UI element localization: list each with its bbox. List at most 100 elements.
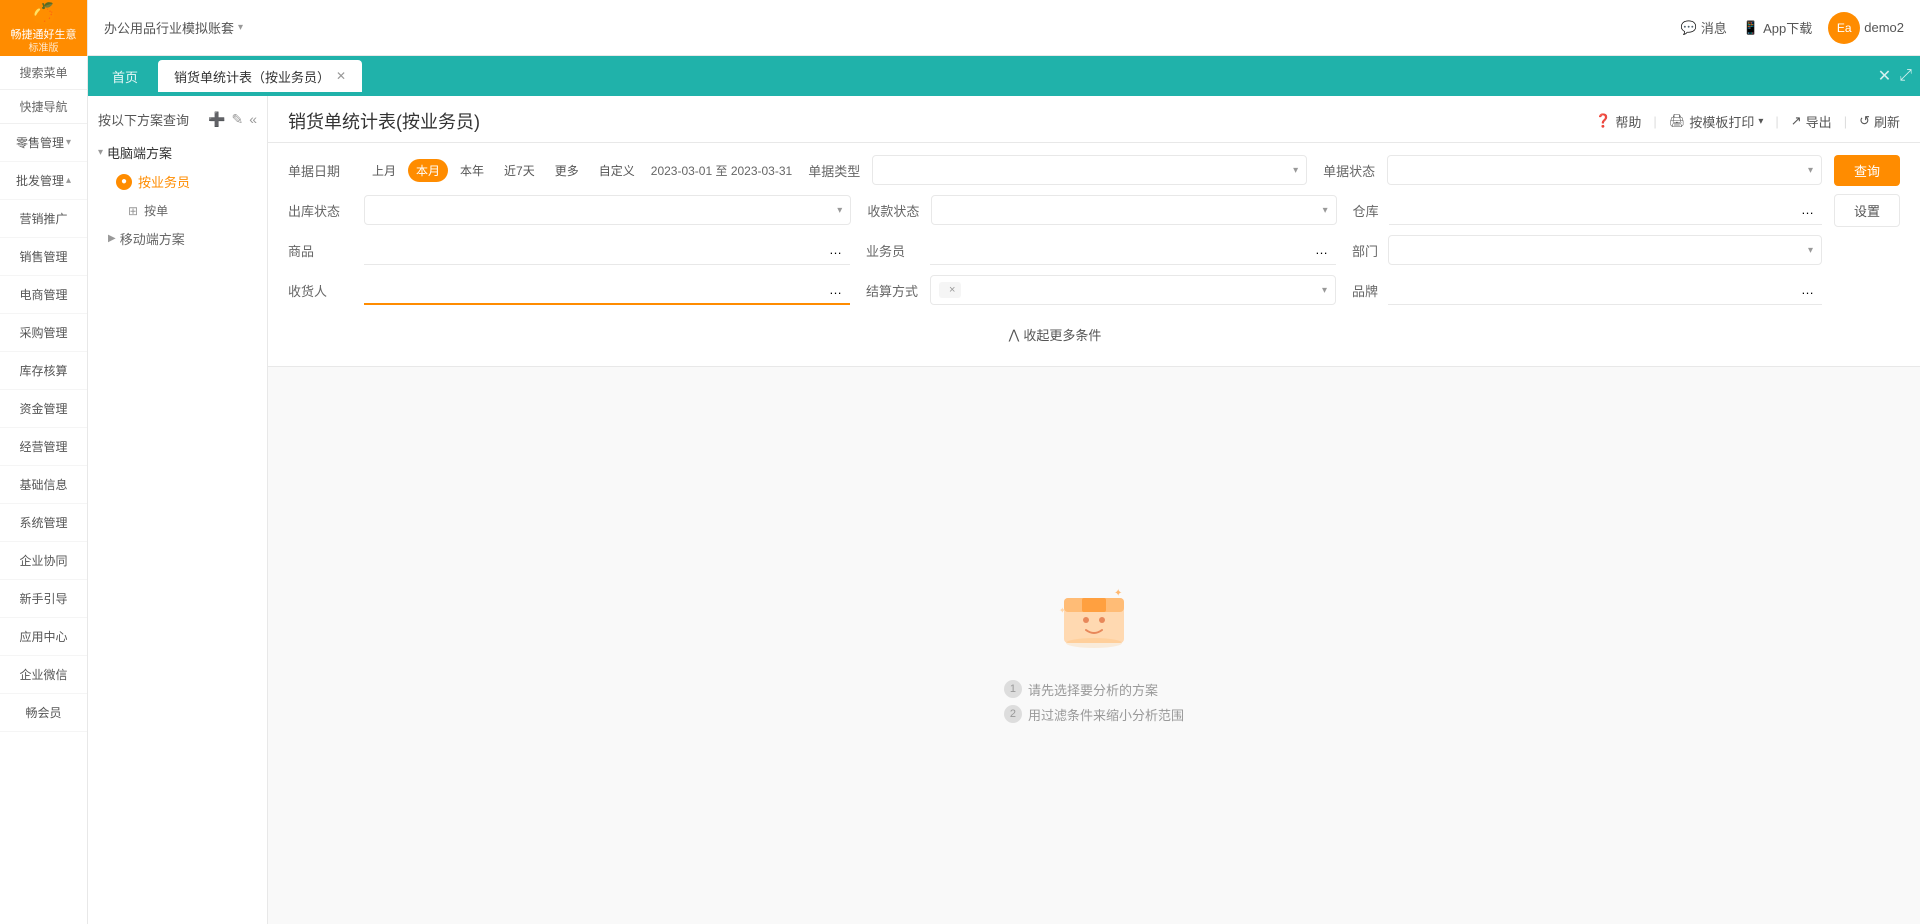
pay-status-select[interactable]: ▾ [931,195,1336,225]
search-menu[interactable]: 搜索菜单 [0,56,87,90]
svg-text:✦: ✦ [1059,606,1066,615]
receiver-label: 收货人 [288,281,348,300]
doc-status-col: 单据状态 ▾ [1323,155,1822,185]
tab-sales-stat-label: 销货单统计表（按业务员） [174,67,330,86]
top-header-left: 办公用品行业模拟账套 ▾ [104,18,243,37]
settings-btn[interactable]: 设置 [1834,194,1900,227]
salesperson-input[interactable]: … [930,235,1336,265]
date-btn-more[interactable]: 更多 [547,159,587,182]
sidebar-item-appcenter[interactable]: 应用中心 [0,618,87,656]
help-btn[interactable]: ❓ 帮助 [1595,112,1641,131]
empty-hints: 1 请先选择要分析的方案 2 用过滤条件来缩小分析范围 [1004,680,1184,724]
message-action[interactable]: 💬 消息 [1681,18,1727,37]
desktop-scheme-header[interactable]: ▾ 电脑端方案 [88,139,267,166]
date-btn-7days[interactable]: 近7天 [496,159,543,182]
sidebar-item-newuser[interactable]: 新手引导 [0,580,87,618]
help-icon: ❓ [1595,113,1611,129]
sidebar-item-retail[interactable]: 零售管理 ▾ [0,124,87,162]
warehouse-input[interactable]: … [1389,195,1822,225]
export-btn[interactable]: ↗ 导出 [1791,112,1832,131]
user-avatar: Ea [1828,12,1860,44]
print-btn[interactable]: 🖨 按模板打印 ▾ [1669,112,1764,131]
salesperson-label: 业务员 [866,241,922,260]
collapse-panel-btn[interactable]: « [249,111,257,128]
sidebar-item-system[interactable]: 系统管理 [0,504,87,542]
dept-col: 部门 ▾ [1352,235,1822,265]
collapse-icon: ⋀ [1009,327,1020,343]
empty-icon: ✦ ✦ [1044,568,1144,668]
quick-nav-label: 快捷导航 [19,100,67,114]
filter-row-3: 商品 … 业务员 … [288,235,1822,265]
scheme-by-salesperson[interactable]: ● 按业务员 [88,166,267,197]
sidebar-item-wholesale[interactable]: 批发管理 ▴ [0,162,87,200]
sidebar-item-inventory[interactable]: 库存核算 [0,352,87,390]
quick-nav[interactable]: 快捷导航 [0,90,87,124]
settlement-tag: × [939,282,961,298]
mobile-scheme-group[interactable]: ▶ 移动端方案 [88,224,267,253]
goods-dots: … [829,242,842,257]
left-panel-header: 按以下方案查询 ➕ ✎ « [88,104,267,135]
sidebar-item-basic[interactable]: 基础信息 [0,466,87,504]
date-btn-thisyear[interactable]: 本年 [452,159,492,182]
brand-input[interactable]: … [1388,275,1822,305]
sidebar-item-marketing[interactable]: 营销推广 [0,200,87,238]
out-status-chevron: ▾ [837,205,842,216]
dept-chevron: ▾ [1808,245,1813,256]
date-btn-custom[interactable]: 自定义 [591,159,643,182]
sidebar-item-ecommerce[interactable]: 电商管理 [0,276,87,314]
tab-sales-stat[interactable]: 销货单统计表（按业务员） ✕ [158,60,362,92]
dept-select[interactable]: ▾ [1388,235,1822,265]
desktop-scheme-label: 电脑端方案 [107,143,172,162]
tab-expand-icon[interactable]: ⤢ [1899,67,1912,85]
print-icon: 🖨 [1669,113,1686,129]
goods-input[interactable]: … [364,235,850,265]
tab-home[interactable]: 首页 [96,60,154,92]
desktop-scheme-group: ▾ 电脑端方案 ● 按业务员 ⊞ 按单 [88,139,267,224]
doc-status-select[interactable]: ▾ [1387,155,1822,185]
app-selector-chevron: ▾ [238,22,243,33]
tab-home-label: 首页 [112,67,138,86]
filter-btns: 查询 设置 [1822,155,1900,354]
date-btn-lastmonth[interactable]: 上月 [364,159,404,182]
scheme-by-order[interactable]: ⊞ 按单 [88,197,267,224]
warehouse-col: 仓库 … [1353,195,1822,225]
date-btn-thismonth[interactable]: 本月 [408,159,448,182]
right-content: 销货单统计表(按业务员) ❓ 帮助 | 🖨 按模板打印 ▾ | ↗ [268,96,1920,924]
doc-status-chevron: ▾ [1808,165,1813,176]
collapse-btn[interactable]: ⋀ 收起更多条件 [997,321,1114,348]
refresh-btn[interactable]: ↺ 刷新 [1859,112,1900,131]
query-btn[interactable]: 查询 [1834,155,1900,186]
brand-col: 品牌 … [1352,275,1822,305]
app-selector[interactable]: 办公用品行业模拟账套 ▾ [104,18,243,37]
sidebar-item-wechat[interactable]: 企业微信 [0,656,87,694]
add-scheme-btn[interactable]: ➕ [208,111,225,128]
out-status-select[interactable]: ▾ [364,195,851,225]
user-profile[interactable]: Ea demo2 [1828,12,1904,44]
app-selector-label: 办公用品行业模拟账套 [104,18,234,37]
wholesale-expand-icon: ▴ [66,175,71,186]
app-logo: 🍊 畅捷通好生意 标准版 [0,0,87,56]
sidebar-item-operations[interactable]: 经营管理 [0,428,87,466]
empty-hint-1: 1 请先选择要分析的方案 [1004,680,1184,699]
settlement-select[interactable]: × ▾ [930,275,1336,305]
collapse-label: 收起更多条件 [1023,325,1101,344]
sidebar-item-purchase[interactable]: 采购管理 [0,314,87,352]
table-area: ✦ ✦ 1 请先选择要分析的方案 2 用过滤条件来缩小分析范围 [268,367,1920,924]
sidebar: 🍊 畅捷通好生意 标准版 搜索菜单 快捷导航 零售管理 ▾ 批发管理 ▴ 营销推… [0,0,88,924]
doc-status-label: 单据状态 [1323,161,1379,180]
scheme-by-salesperson-label: 按业务员 [138,172,190,191]
settlement-tag-close[interactable]: × [949,284,955,296]
sidebar-item-enterprise[interactable]: 企业协同 [0,542,87,580]
print-label: 按模板打印 [1689,112,1754,131]
sidebar-item-finance[interactable]: 资金管理 [0,390,87,428]
doc-type-select[interactable]: ▾ [872,155,1307,185]
username: demo2 [1864,20,1904,35]
sidebar-item-member[interactable]: 畅会员 [0,694,87,732]
app-download-action[interactable]: 📱 App下载 [1743,18,1812,37]
pay-status-chevron: ▾ [1323,205,1328,216]
tab-close-all-icon[interactable]: ✕ [1878,66,1891,86]
edit-scheme-btn[interactable]: ✎ [231,111,243,128]
receiver-input[interactable]: … [364,275,850,305]
sidebar-item-sales[interactable]: 销售管理 [0,238,87,276]
tab-close-icon[interactable]: ✕ [336,69,346,83]
